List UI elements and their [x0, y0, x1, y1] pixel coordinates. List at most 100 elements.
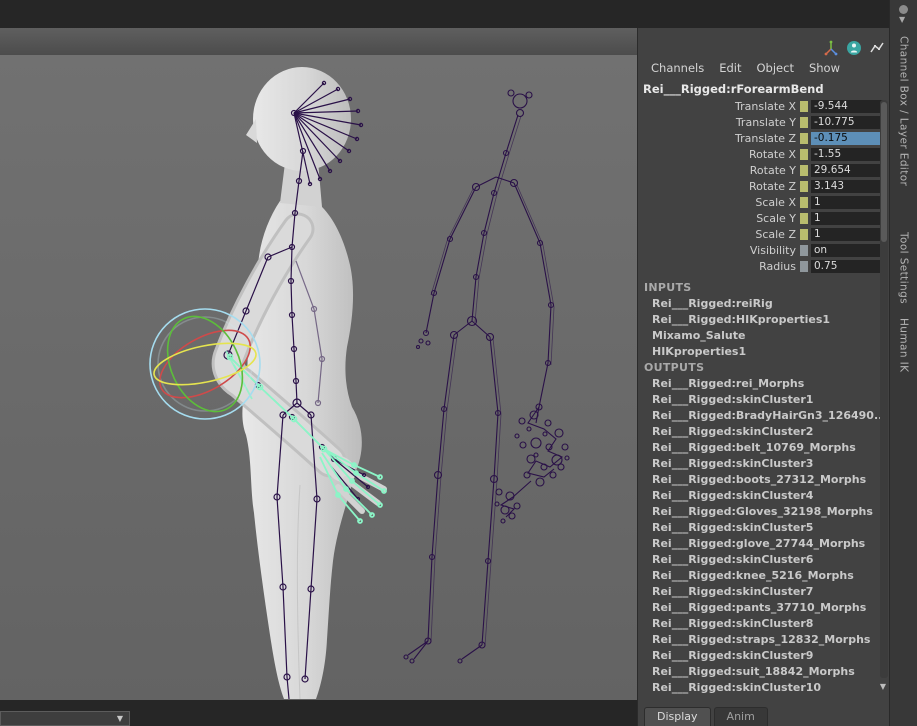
output-node[interactable]: Rei___Rigged:rei_Morphs: [638, 376, 889, 392]
viewport-scene[interactable]: [0, 55, 637, 700]
arrow-down-icon[interactable]: ▼: [899, 16, 905, 24]
character-icon[interactable]: [845, 39, 863, 57]
output-node[interactable]: Rei___Rigged:skinCluster7: [638, 584, 889, 600]
keyed-swatch: [800, 228, 808, 240]
channel-value-field[interactable]: -10.775: [811, 115, 883, 129]
output-node[interactable]: Rei___Rigged:suit_18842_Morphs: [638, 664, 889, 680]
channel-value-field[interactable]: 1: [811, 211, 883, 225]
window-scroll-knob[interactable]: [899, 5, 908, 14]
input-node[interactable]: HIKproperties1: [638, 344, 889, 360]
keyed-swatch: [800, 164, 808, 176]
channel-row-scale-y: Scale Y 1: [638, 210, 889, 226]
tab-human-ik[interactable]: Human IK: [898, 318, 910, 372]
output-node[interactable]: Rei___Rigged:glove_27744_Morphs: [638, 536, 889, 552]
graph-icon[interactable]: [868, 39, 886, 57]
output-node[interactable]: Rei___Rigged:BradyHairGn3_126490...: [638, 408, 889, 424]
channel-row-translate-x: Translate X -9.544: [638, 98, 889, 114]
top-bar: [0, 0, 917, 29]
viewport-bottom-strip: ▼: [0, 700, 637, 726]
output-node[interactable]: Rei___Rigged:skinCluster3: [638, 456, 889, 472]
menu-edit[interactable]: Edit: [719, 61, 741, 75]
channel-row-rotate-y: Rotate Y 29.654: [638, 162, 889, 178]
channel-attribute-list: Translate X -9.544 Translate Y -10.775 T…: [638, 98, 889, 274]
inputs-header: INPUTS: [644, 281, 692, 294]
input-node[interactable]: Rei___Rigged:reiRig: [638, 296, 889, 312]
keyed-swatch: [800, 116, 808, 128]
channel-box-panel: Channels Edit Object Show Rei___Rigged:r…: [637, 28, 889, 726]
channel-value-field[interactable]: -9.544: [811, 99, 883, 113]
scrollbar-thumb[interactable]: [881, 102, 887, 242]
channel-label[interactable]: Scale Z: [638, 228, 796, 241]
channel-row-rotate-z: Rotate Z 3.143: [638, 178, 889, 194]
channel-label[interactable]: Translate X: [638, 100, 796, 113]
menu-show[interactable]: Show: [809, 61, 840, 75]
channel-label[interactable]: Rotate Z: [638, 180, 796, 193]
chevron-down-icon: ▼: [116, 713, 123, 723]
output-node[interactable]: Rei___Rigged:Gloves_32198_Morphs: [638, 504, 889, 520]
keyed-swatch: [800, 148, 808, 160]
channel-row-translate-z: Translate Z -0.175: [638, 130, 889, 146]
channel-label[interactable]: Scale X: [638, 196, 796, 209]
menu-object[interactable]: Object: [757, 61, 794, 75]
channel-label[interactable]: Visibility: [638, 244, 796, 257]
channel-row-visibility: Visibility on: [638, 242, 889, 258]
channel-value-field[interactable]: 1: [811, 195, 883, 209]
tab-channel-box-layer-editor[interactable]: Channel Box / Layer Editor: [898, 36, 910, 186]
output-node[interactable]: Rei___Rigged:knee_5216_Morphs: [638, 568, 889, 584]
viewport-toolbar: [0, 28, 637, 56]
keyed-swatch: [800, 212, 808, 224]
output-node[interactable]: Rei___Rigged:skinCluster10: [638, 680, 889, 696]
scroll-down-button[interactable]: ▼: [878, 680, 888, 693]
selected-node-name[interactable]: Rei___Rigged:rForearmBend: [643, 82, 824, 96]
tab-anim[interactable]: Anim: [713, 707, 768, 726]
channel-label[interactable]: Translate Z: [638, 132, 796, 145]
viewport-canvas[interactable]: [0, 55, 637, 700]
channel-row-scale-z: Scale Z 1: [638, 226, 889, 242]
output-node[interactable]: Rei___Rigged:straps_12832_Morphs: [638, 632, 889, 648]
channel-label[interactable]: Rotate Y: [638, 164, 796, 177]
channel-value-field[interactable]: 1: [811, 227, 883, 241]
output-node[interactable]: Rei___Rigged:skinCluster6: [638, 552, 889, 568]
channel-value-field-selected[interactable]: -0.175: [811, 131, 883, 145]
channel-label[interactable]: Translate Y: [638, 116, 796, 129]
channel-value-field[interactable]: 29.654: [811, 163, 883, 177]
channel-box-bottom-tabs: Display Anim: [644, 707, 768, 726]
menu-channels[interactable]: Channels: [651, 61, 704, 75]
inputs-section: INPUTS Rei___Rigged:reiRig Rei___Rigged:…: [638, 280, 889, 360]
channel-row-radius: Radius 0.75: [638, 258, 889, 274]
sidebar-tabs: Channel Box / Layer Editor Tool Settings…: [890, 36, 917, 373]
channel-value-field[interactable]: on: [811, 243, 883, 257]
channel-value-field[interactable]: 3.143: [811, 179, 883, 193]
channel-value-field[interactable]: 0.75: [811, 259, 883, 273]
channel-value-field[interactable]: -1.55: [811, 147, 883, 161]
channel-label[interactable]: Rotate X: [638, 148, 796, 161]
output-node[interactable]: Rei___Rigged:skinCluster9: [638, 648, 889, 664]
sidebar-tab-strip: ▼ Channel Box / Layer Editor Tool Settin…: [889, 0, 917, 726]
tab-tool-settings[interactable]: Tool Settings: [898, 232, 910, 304]
output-node[interactable]: Rei___Rigged:belt_10769_Morphs: [638, 440, 889, 456]
output-node[interactable]: Rei___Rigged:skinCluster4: [638, 488, 889, 504]
viewport-panel[interactable]: [0, 28, 637, 700]
input-node[interactable]: Mixamo_Salute: [638, 328, 889, 344]
axis-icon[interactable]: [822, 39, 840, 57]
output-node[interactable]: Rei___Rigged:skinCluster2: [638, 424, 889, 440]
input-node[interactable]: Rei___Rigged:HIKproperties1: [638, 312, 889, 328]
output-node[interactable]: Rei___Rigged:skinCluster8: [638, 616, 889, 632]
channel-row-translate-y: Translate Y -10.775: [638, 114, 889, 130]
renderer-dropdown[interactable]: ▼: [0, 711, 130, 726]
keyed-swatch: [800, 100, 808, 112]
output-node[interactable]: Rei___Rigged:skinCluster5: [638, 520, 889, 536]
channel-label[interactable]: Scale Y: [638, 212, 796, 225]
outputs-header: OUTPUTS: [644, 361, 705, 374]
channel-box-menubar: Channels Edit Object Show: [651, 61, 840, 75]
channel-box-scrollbar[interactable]: [880, 100, 888, 678]
output-node[interactable]: Rei___Rigged:pants_37710_Morphs: [638, 600, 889, 616]
channel-label[interactable]: Radius: [638, 260, 796, 273]
channel-row-rotate-x: Rotate X -1.55: [638, 146, 889, 162]
output-node[interactable]: Rei___Rigged:skinCluster1: [638, 392, 889, 408]
tab-display[interactable]: Display: [644, 707, 711, 726]
channel-swatch: [800, 260, 808, 272]
channel-row-scale-x: Scale X 1: [638, 194, 889, 210]
output-node[interactable]: Rei___Rigged:boots_27312_Morphs: [638, 472, 889, 488]
keyed-swatch: [800, 196, 808, 208]
